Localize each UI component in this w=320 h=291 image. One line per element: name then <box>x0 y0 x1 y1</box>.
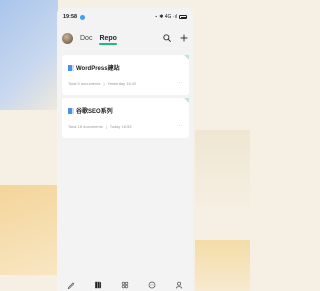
add-icon[interactable] <box>180 34 188 42</box>
top-header: Doc Repo <box>57 27 193 49</box>
repo-updated: Yesterday 15:42 <box>107 80 137 86</box>
tab-repo[interactable]: Repo <box>99 34 117 45</box>
background-right-shape <box>195 130 250 210</box>
repo-meta-row: Total 5 documents | Yesterday 15:42 ··· <box>68 80 183 86</box>
meta-separator: | <box>105 123 107 129</box>
nav-profile-icon[interactable] <box>174 280 184 290</box>
background-orange-shape <box>0 185 60 275</box>
search-icon[interactable] <box>163 34 171 42</box>
tab-doc[interactable]: Doc <box>80 35 92 42</box>
repo-card[interactable]: 谷歌SEO系列 Total 18 documents | Today 16:53… <box>62 98 189 138</box>
status-icons: ⋆ ✱ 4G ·ıl <box>154 14 177 20</box>
background-right-shape-2 <box>195 240 250 291</box>
repo-title: WordPress建站 <box>76 66 120 72</box>
more-icon[interactable]: ··· <box>177 123 184 129</box>
status-indicators: ⋆ ✱ 4G ·ıl <box>155 14 187 20</box>
repo-meta-row: Total 18 documents | Today 16:53 ··· <box>68 123 183 129</box>
more-icon[interactable]: ··· <box>177 80 184 86</box>
book-icon <box>68 64 74 71</box>
phone-screen: 19:58 ⋆ ✱ 4G ·ıl Doc Repo WordPress建站 To… <box>57 8 193 291</box>
repo-doc-count: Total 5 documents <box>68 80 101 86</box>
nav-chat-icon[interactable] <box>147 280 157 290</box>
background-blue-shape <box>0 0 58 110</box>
notification-dot-icon <box>80 14 86 20</box>
nav-pencil-icon[interactable] <box>66 280 76 290</box>
tab-repo-label: Repo <box>99 34 117 42</box>
card-corner-decoration <box>184 55 189 60</box>
repo-title-row: 谷歌SEO系列 <box>68 106 113 115</box>
card-corner-decoration <box>184 98 189 103</box>
repo-title-row: WordPress建站 <box>68 63 120 72</box>
header-actions <box>163 34 188 42</box>
avatar[interactable] <box>62 32 73 44</box>
repo-doc-count: Total 18 documents <box>68 123 103 129</box>
nav-apps-icon[interactable] <box>120 280 130 290</box>
battery-icon <box>179 15 187 19</box>
book-icon <box>68 107 74 114</box>
status-bar: 19:58 ⋆ ✱ 4G ·ıl <box>57 8 193 26</box>
repo-title: 谷歌SEO系列 <box>76 109 113 115</box>
active-tab-indicator <box>99 43 117 45</box>
repo-card[interactable]: WordPress建站 Total 5 documents | Yesterda… <box>62 55 189 95</box>
status-time: 19:58 <box>63 14 78 20</box>
nav-library-icon[interactable] <box>93 280 103 290</box>
repo-updated: Today 16:53 <box>109 123 132 129</box>
meta-separator: | <box>103 80 105 86</box>
bottom-navigation <box>57 279 193 291</box>
